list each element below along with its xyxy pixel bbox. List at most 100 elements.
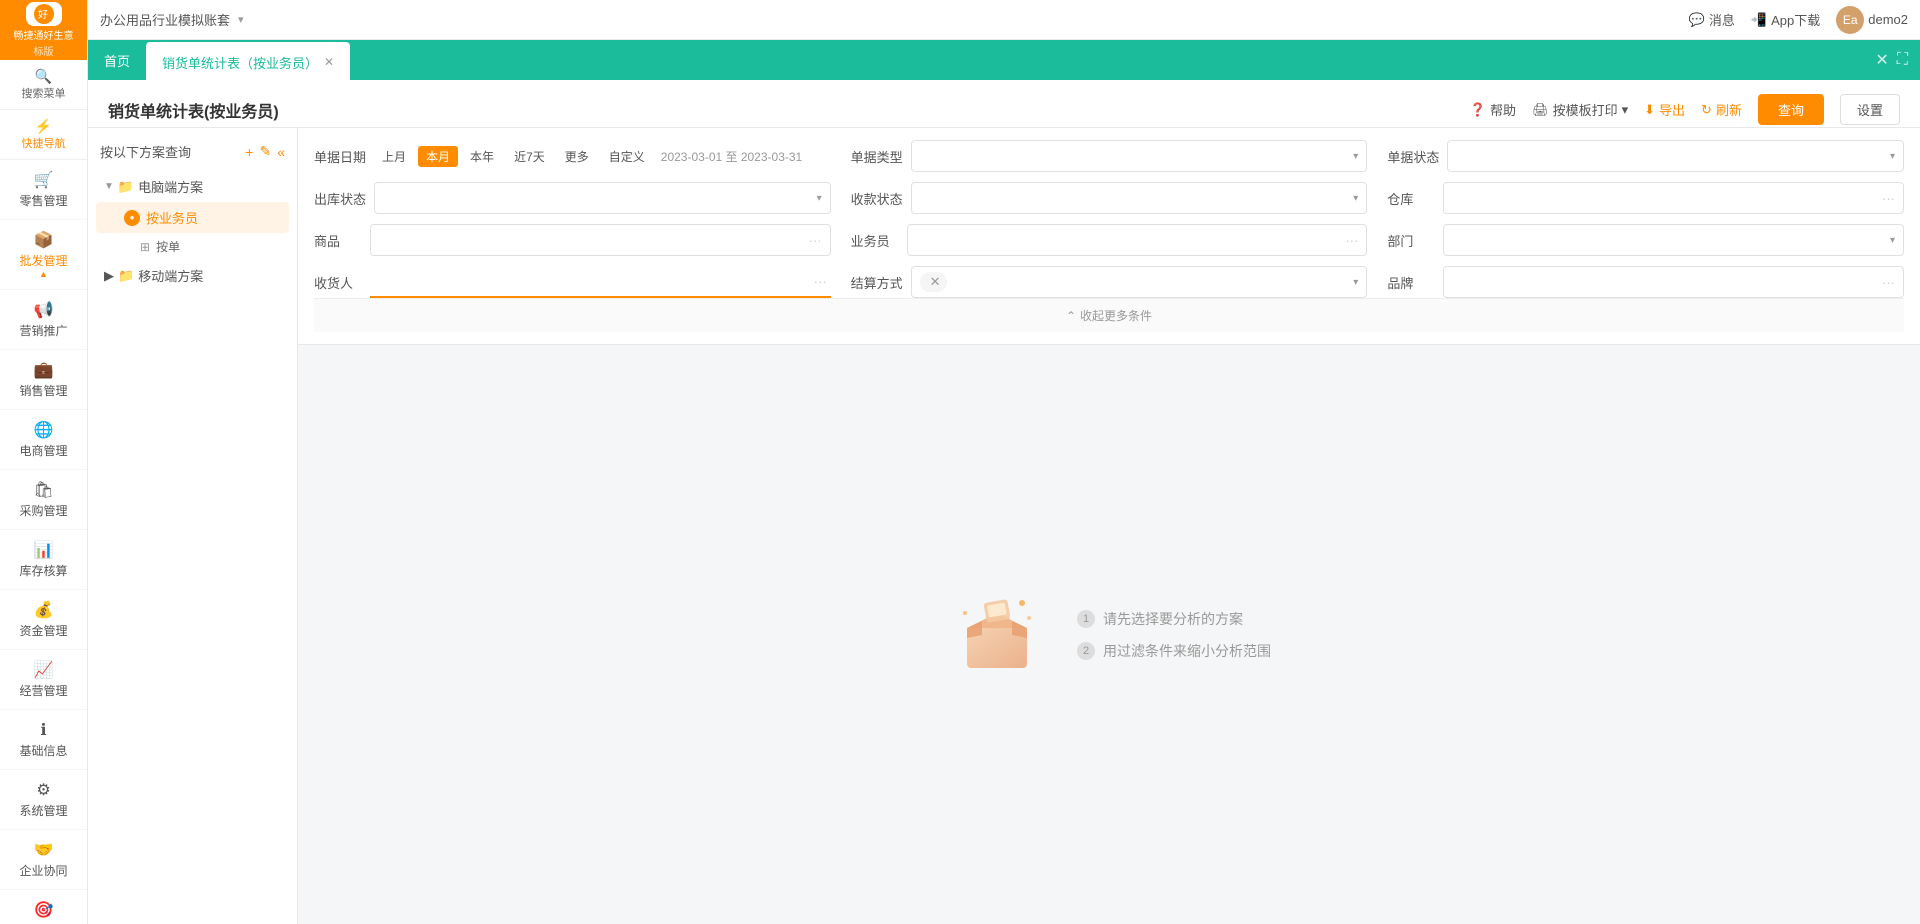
purchase-icon: 🛍 bbox=[4, 480, 83, 500]
empty-illustration bbox=[947, 583, 1047, 686]
app-download-btn[interactable]: 📲 App下载 bbox=[1751, 10, 1820, 29]
setting-button[interactable]: 设置 bbox=[1840, 94, 1900, 125]
sidebar: 好 畅捷通好生意 标版 🔍 搜索菜单 ⚡ 快捷导航 🛒 零售管理 📦 批发管理 … bbox=[0, 0, 88, 924]
sidebar-item-retail[interactable]: 🛒 零售管理 bbox=[0, 160, 87, 220]
dept-label: 部门 bbox=[1387, 231, 1435, 250]
desktop-scheme-title[interactable]: ▼ 📁 电脑端方案 bbox=[96, 171, 289, 202]
sidebar-item-sales[interactable]: 💼 销售管理 bbox=[0, 350, 87, 410]
export-label: 导出 bbox=[1659, 100, 1685, 119]
sidebar-item-basic-info[interactable]: ℹ 基础信息 bbox=[0, 710, 87, 770]
scheme-by-salesperson-label: 按业务员 bbox=[146, 208, 198, 227]
date-tab-this-year[interactable]: 本年 bbox=[462, 146, 502, 167]
sidebar-item-finance[interactable]: 💰 资金管理 bbox=[0, 590, 87, 650]
collapse-bar[interactable]: ⌃ 收起更多条件 bbox=[314, 298, 1904, 332]
svg-text:好: 好 bbox=[38, 9, 48, 21]
template-print-btn[interactable]: 🖨 按模板打印 ▾ bbox=[1532, 100, 1628, 119]
logo: 好 畅捷通好生意 标版 bbox=[0, 0, 88, 60]
help-btn[interactable]: ❓ 帮助 bbox=[1470, 100, 1516, 119]
left-panel: 按以下方案查询 + ✎ « ▼ 📁 电脑端方案 ● 按业务员 bbox=[88, 128, 298, 924]
sidebar-item-newbie[interactable]: 🎯 新手引导 bbox=[0, 890, 87, 924]
receiver-input[interactable]: ··· bbox=[370, 266, 831, 298]
system-icon: ⚙ bbox=[4, 780, 83, 800]
logo-subtext: 标版 bbox=[34, 43, 54, 58]
sidebar-item-enterprise[interactable]: 🤝 企业协同 bbox=[0, 830, 87, 890]
newbie-icon: 🎯 bbox=[4, 900, 83, 920]
brand-input[interactable]: ··· bbox=[1443, 266, 1904, 298]
page-title: 销货单统计表(按业务员) bbox=[108, 98, 279, 122]
finance-icon: 💰 bbox=[4, 600, 83, 620]
collapse-panel-btn[interactable]: « bbox=[277, 144, 285, 160]
date-tab-7days[interactable]: 近7天 bbox=[506, 146, 553, 167]
download-icon: 📲 bbox=[1751, 12, 1767, 28]
sidebar-item-wholesale[interactable]: 📦 批发管理 ▲ bbox=[0, 220, 87, 290]
doc-status-input[interactable]: ▾ bbox=[1447, 140, 1904, 172]
sidebar-item-purchase[interactable]: 🛍 采购管理 bbox=[0, 470, 87, 530]
collection-status-label: 收款状态 bbox=[851, 189, 903, 208]
sidebar-item-system[interactable]: ⚙ 系统管理 bbox=[0, 770, 87, 830]
purchase-label: 采购管理 bbox=[4, 502, 83, 519]
quick-nav-label: 快捷导航 bbox=[6, 135, 81, 151]
refresh-btn[interactable]: ↻ 刷新 bbox=[1701, 100, 1742, 119]
add-scheme-btn[interactable]: + bbox=[245, 144, 253, 160]
goods-input[interactable]: ··· bbox=[370, 224, 831, 256]
warehouse-field: 仓库 ··· bbox=[1387, 182, 1904, 214]
message-btn[interactable]: 💬 消息 bbox=[1689, 10, 1735, 29]
out-status-input[interactable]: ▾ bbox=[374, 182, 831, 214]
out-status-field: 出库状态 ▾ bbox=[314, 182, 831, 214]
out-status-label: 出库状态 bbox=[314, 189, 366, 208]
date-tab-custom[interactable]: 自定义 bbox=[601, 146, 653, 167]
sidebar-item-operations[interactable]: 📈 经营管理 bbox=[0, 650, 87, 710]
mobile-scheme-group: ▶ 📁 移动端方案 bbox=[88, 260, 297, 291]
inventory-icon: 📊 bbox=[4, 540, 83, 560]
settlement-tag-remove[interactable]: ✕ bbox=[930, 274, 941, 290]
tab-close-icon[interactable]: ✕ bbox=[324, 55, 334, 69]
dept-input[interactable]: ▾ bbox=[1443, 224, 1904, 256]
doc-type-input[interactable]: ▾ bbox=[911, 140, 1368, 172]
mobile-folder-icon: 📁 bbox=[118, 268, 134, 284]
settlement-input[interactable]: ✕ ▾ bbox=[911, 266, 1368, 298]
mobile-scheme-title[interactable]: ▶ 📁 移动端方案 bbox=[96, 260, 289, 291]
help-label: 帮助 bbox=[1490, 100, 1516, 119]
query-button[interactable]: 查询 bbox=[1758, 94, 1824, 125]
tab-sales-stat[interactable]: 销货单统计表（按业务员） ✕ bbox=[146, 42, 350, 82]
date-tab-last-month[interactable]: 上月 bbox=[374, 146, 414, 167]
scheme-by-order[interactable]: ⊞ 按单 bbox=[96, 233, 289, 260]
date-tab-this-month[interactable]: 本月 bbox=[418, 146, 458, 167]
filter-row-4: 收货人 ··· 结算方式 ✕ bbox=[314, 266, 1904, 298]
top-nav-right: 💬 消息 📲 App下载 Ea demo2 bbox=[1689, 6, 1908, 34]
top-nav-title: 办公用品行业模拟账套 bbox=[100, 10, 230, 29]
tab-close-all-icon[interactable]: ✕ bbox=[1875, 50, 1888, 70]
sales-icon: 💼 bbox=[4, 360, 83, 380]
print-dropdown-icon: ▾ bbox=[1622, 102, 1629, 118]
sidebar-item-marketing[interactable]: 📢 营销推广 bbox=[0, 290, 87, 350]
wholesale-label: 批发管理 bbox=[4, 252, 83, 269]
warehouse-input[interactable]: ··· bbox=[1443, 182, 1904, 214]
sidebar-quick-nav[interactable]: ⚡ 快捷导航 bbox=[0, 110, 87, 160]
export-btn[interactable]: ⬇ 导出 bbox=[1644, 100, 1685, 119]
scheme-by-salesperson[interactable]: ● 按业务员 bbox=[96, 202, 289, 233]
user-profile-btn[interactable]: Ea demo2 bbox=[1836, 6, 1908, 34]
top-nav-dropdown-icon[interactable]: ▾ bbox=[238, 13, 244, 26]
warehouse-dots-icon: ··· bbox=[1882, 191, 1895, 206]
edit-scheme-btn[interactable]: ✎ bbox=[259, 143, 271, 160]
marketing-icon: 📢 bbox=[4, 300, 83, 320]
salesperson-input[interactable]: ··· bbox=[907, 224, 1368, 256]
warehouse-label: 仓库 bbox=[1387, 189, 1435, 208]
collection-status-input[interactable]: ▾ bbox=[911, 182, 1368, 214]
sidebar-search[interactable]: 🔍 搜索菜单 bbox=[0, 60, 87, 110]
basic-info-icon: ℹ bbox=[4, 720, 83, 740]
empty-tip-1: 1 请先选择要分析的方案 bbox=[1077, 609, 1271, 629]
tab-sales-stat-label: 销货单统计表（按业务员） bbox=[162, 53, 318, 72]
panel-header-actions: + ✎ « bbox=[245, 143, 285, 160]
avatar: Ea bbox=[1836, 6, 1864, 34]
wholesale-icon: 📦 bbox=[4, 230, 83, 250]
tab-home[interactable]: 首页 bbox=[88, 40, 146, 80]
goods-label: 商品 bbox=[314, 231, 362, 250]
app-download-label: App下载 bbox=[1771, 10, 1820, 29]
tab-maximize-icon[interactable]: ⛶ bbox=[1897, 51, 1908, 69]
logo-icon: 好 bbox=[26, 2, 62, 26]
sidebar-item-inventory[interactable]: 📊 库存核算 bbox=[0, 530, 87, 590]
sidebar-item-ecommerce[interactable]: 🌐 电商管理 bbox=[0, 410, 87, 470]
refresh-icon: ↻ bbox=[1701, 102, 1712, 118]
date-tab-more[interactable]: 更多 bbox=[557, 146, 597, 167]
